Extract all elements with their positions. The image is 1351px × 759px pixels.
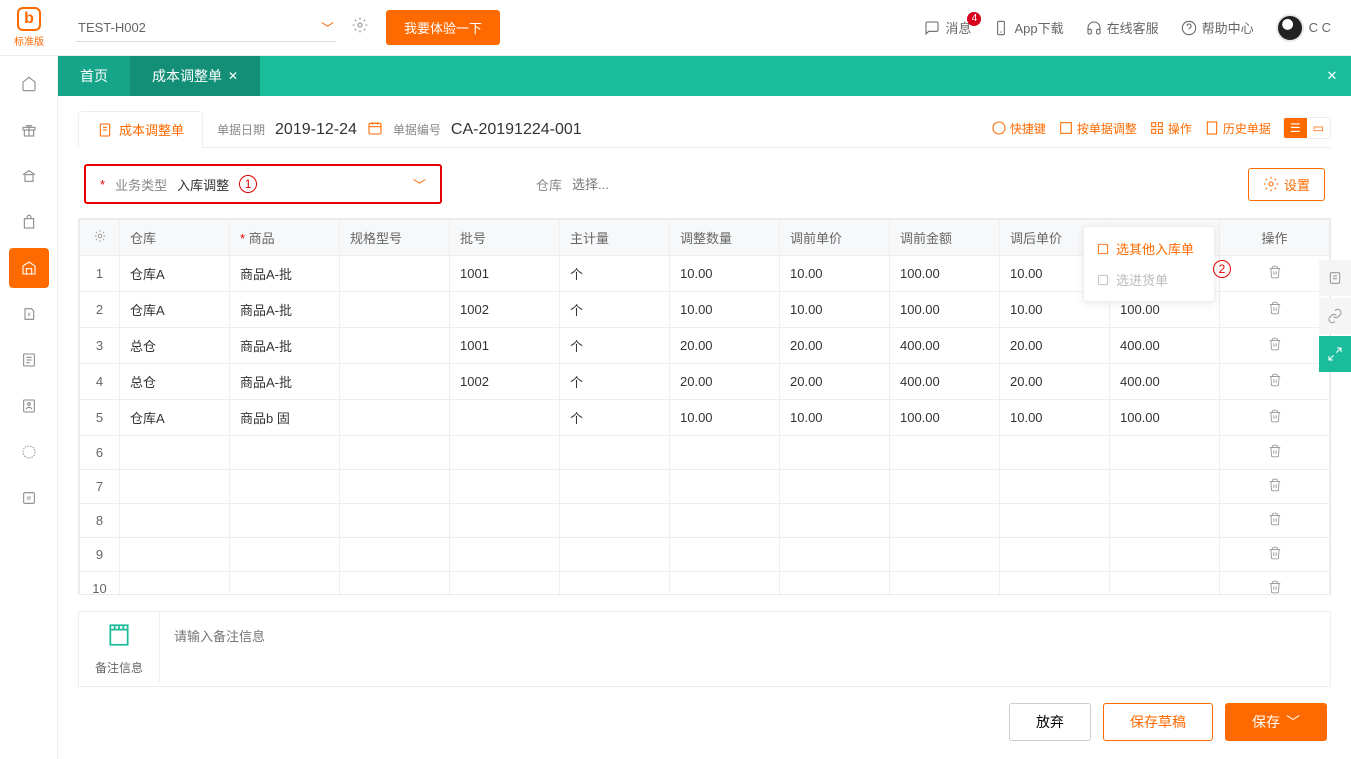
col-unit: 主计量	[560, 220, 670, 256]
delete-row-button[interactable]	[1220, 538, 1330, 572]
col-price-before: 调前单价	[780, 220, 890, 256]
nav-bag-icon[interactable]	[9, 202, 49, 242]
doc-num: CA-20191224-001	[451, 121, 582, 139]
delete-row-button[interactable]	[1220, 292, 1330, 328]
delete-row-button[interactable]	[1220, 328, 1330, 364]
col-amount-before: 调前金额	[890, 220, 1000, 256]
view-toggle[interactable]: ☰ ▭	[1283, 117, 1331, 139]
nav-house-icon[interactable]	[9, 156, 49, 196]
shortcut-button[interactable]: 快捷键	[991, 120, 1046, 137]
col-qty: 调整数量	[670, 220, 780, 256]
chevron-down-icon: ﹀	[321, 18, 334, 37]
table-row[interactable]: 10	[80, 572, 1330, 595]
nav-money-icon[interactable]: ¥	[9, 294, 49, 334]
help-button[interactable]: 帮助中心	[1181, 18, 1254, 37]
app-download-button[interactable]: App下载	[993, 18, 1063, 37]
delete-row-button[interactable]	[1220, 256, 1330, 292]
svg-text:¥: ¥	[27, 313, 30, 319]
try-button[interactable]: 我要体验一下	[386, 10, 500, 45]
doc-num-label: 单据编号	[393, 121, 441, 138]
messages-button[interactable]: 消息 4	[924, 18, 971, 37]
gear-icon	[1263, 176, 1279, 192]
message-icon	[924, 20, 940, 36]
warehouse-input[interactable]	[572, 177, 792, 192]
warehouse-select[interactable]: 仓库	[536, 175, 792, 194]
nav-gift-icon[interactable]	[9, 110, 49, 150]
chevron-down-icon: ﹀	[413, 175, 426, 194]
table-row[interactable]: 5仓库A商品b 固个10.0010.00100.0010.00100.00	[80, 400, 1330, 436]
nav-home-icon[interactable]	[9, 64, 49, 104]
nav-warehouse-icon[interactable]	[9, 248, 49, 288]
tab-home[interactable]: 首页	[58, 56, 130, 96]
nav-profile-icon[interactable]	[9, 386, 49, 426]
chevron-down-icon: ﹀	[1286, 712, 1300, 732]
discard-button[interactable]: 放弃	[1009, 703, 1091, 741]
org-selector[interactable]: TEST-H002 ﹀	[76, 14, 336, 42]
table-row[interactable]: 7	[80, 470, 1330, 504]
tab-strip: 首页 成本调整单 ✕ ✕	[58, 56, 1351, 96]
user-menu[interactable]: C C	[1276, 14, 1331, 42]
remark-input[interactable]	[159, 612, 1330, 682]
col-warehouse: 仓库	[120, 220, 230, 256]
logo[interactable]: b 标准版	[0, 7, 58, 48]
dock-notes-icon[interactable]	[1319, 260, 1351, 296]
nav-new-icon[interactable]: 新	[9, 478, 49, 518]
annotation-2: 2	[1213, 260, 1231, 278]
ops-button[interactable]: 操作	[1149, 120, 1192, 137]
table-row[interactable]: 6	[80, 436, 1330, 470]
doc-title-tab: 成本调整单	[78, 111, 203, 148]
gear-icon[interactable]	[352, 17, 368, 38]
grid-view-icon: ▭	[1307, 118, 1330, 138]
headset-icon	[1086, 20, 1102, 36]
customer-service-button[interactable]: 在线客服	[1086, 18, 1159, 37]
gear-column[interactable]	[80, 220, 120, 256]
org-name: TEST-H002	[78, 20, 146, 35]
by-bill-button[interactable]: 按单据调整	[1058, 120, 1137, 137]
close-all-tabs[interactable]: ✕	[1313, 56, 1351, 96]
dock-link-icon[interactable]	[1319, 298, 1351, 334]
remark-box: 备注信息	[78, 611, 1331, 687]
table-row[interactable]: 3总仓商品A-批1001个20.0020.00400.0020.00400.00	[80, 328, 1330, 364]
delete-row-button[interactable]	[1220, 504, 1330, 538]
doc-date: 2019-12-24	[275, 121, 357, 139]
list-view-icon: ☰	[1284, 118, 1307, 138]
table-row[interactable]: 8	[80, 504, 1330, 538]
calendar-icon[interactable]	[367, 120, 383, 139]
right-dock	[1319, 260, 1351, 374]
help-icon	[1181, 20, 1197, 36]
menu-select-purchase: 选进货单	[1084, 264, 1214, 295]
message-badge: 4	[967, 12, 981, 26]
notes-icon	[106, 622, 132, 655]
document-icon	[97, 122, 113, 138]
delete-row-button[interactable]	[1220, 470, 1330, 504]
menu-select-other-inbound[interactable]: 选其他入库单	[1084, 233, 1214, 264]
tab-cost-adjustment[interactable]: 成本调整单 ✕	[130, 56, 260, 96]
left-nav: ¥ 新	[0, 56, 58, 759]
delete-row-button[interactable]	[1220, 436, 1330, 470]
nav-more-icon[interactable]	[9, 432, 49, 472]
mobile-icon	[993, 20, 1009, 36]
delete-row-button[interactable]	[1220, 572, 1330, 595]
col-spec: 规格型号	[340, 220, 450, 256]
annotation-1: 1	[239, 175, 257, 193]
col-product: 商品	[230, 220, 340, 256]
col-operation: 操作	[1220, 220, 1330, 256]
avatar	[1276, 14, 1304, 42]
delete-row-button[interactable]	[1220, 400, 1330, 436]
nav-list-icon[interactable]	[9, 340, 49, 380]
by-bill-dropdown: 选其他入库单 选进货单	[1083, 226, 1215, 302]
delete-row-button[interactable]	[1220, 364, 1330, 400]
history-button[interactable]: 历史单据	[1204, 120, 1271, 137]
table-row[interactable]: 9	[80, 538, 1330, 572]
col-batch: 批号	[450, 220, 560, 256]
dock-expand-icon[interactable]	[1319, 336, 1351, 372]
doc-date-label: 单据日期	[217, 121, 265, 138]
save-button[interactable]: 保存﹀	[1225, 703, 1327, 741]
table-row[interactable]: 4总仓商品A-批1002个20.0020.00400.0020.00400.00	[80, 364, 1330, 400]
save-draft-button[interactable]: 保存草稿	[1103, 703, 1213, 741]
business-type-select[interactable]: * 业务类型 入库调整 1 ﹀	[84, 164, 442, 204]
svg-text:新: 新	[26, 495, 31, 502]
settings-button[interactable]: 设置	[1248, 168, 1325, 201]
close-icon[interactable]: ✕	[228, 69, 238, 83]
